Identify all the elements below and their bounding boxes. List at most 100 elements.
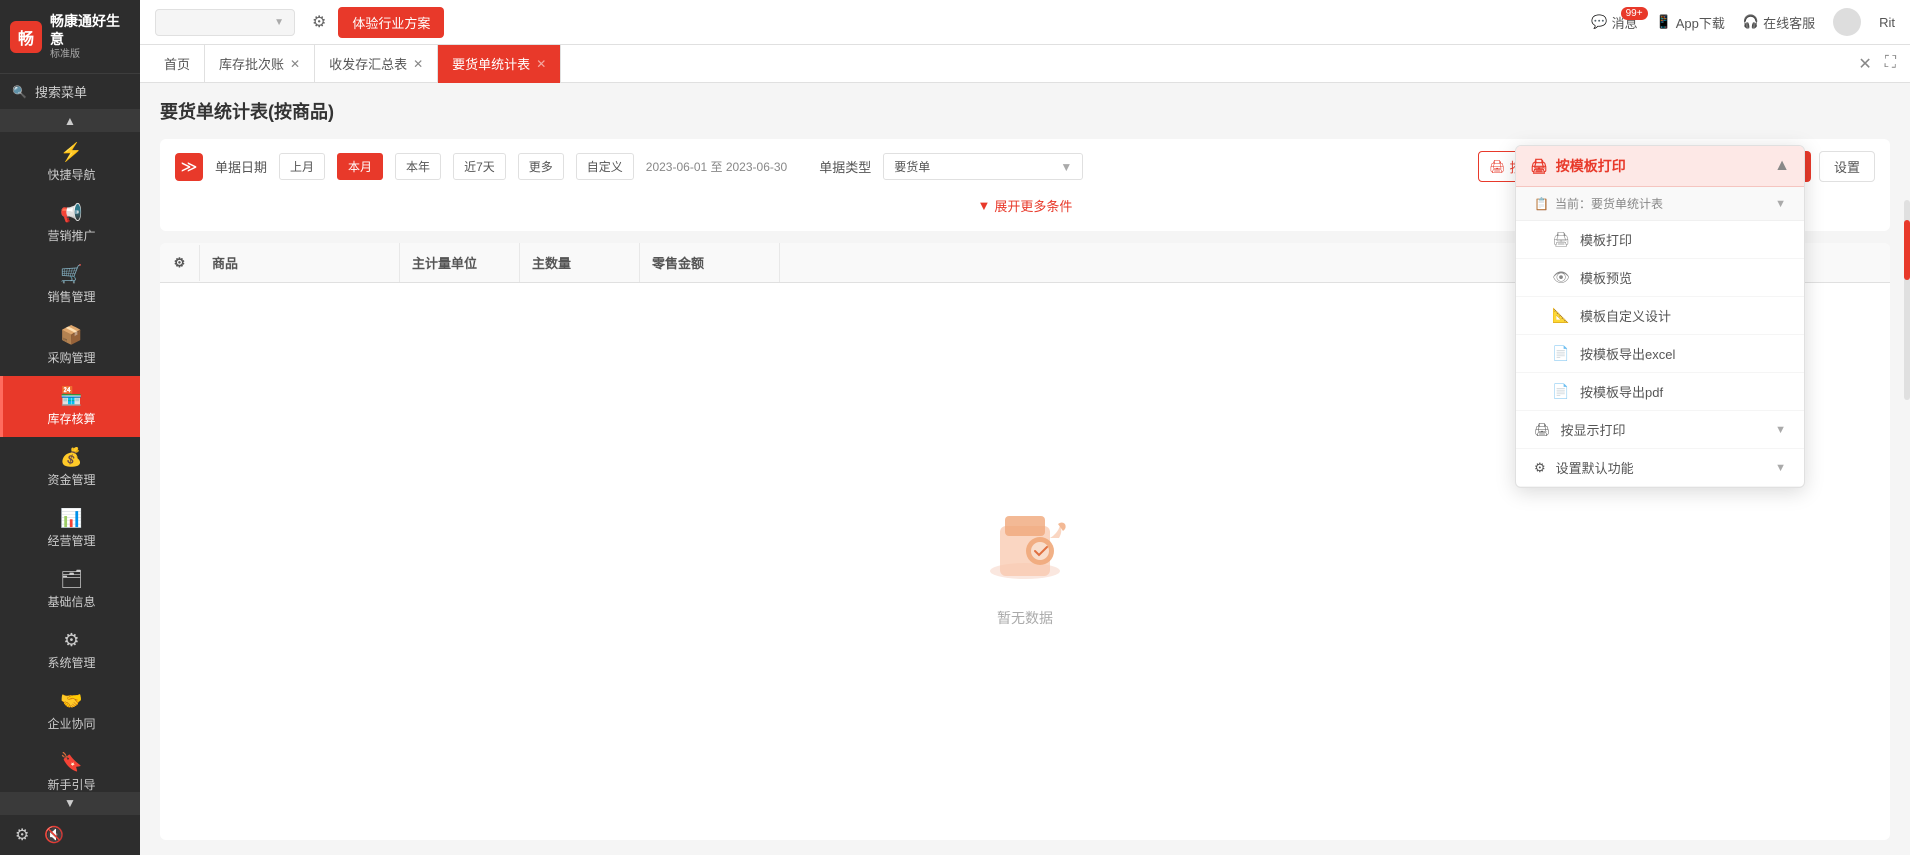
print-dropdown-close-button[interactable]: ▲ [1774,157,1790,175]
tabs-bar: 首页 库存批次账 ✕ 收发存汇总表 ✕ 要货单统计表 ✕ ✕ ⛶ [140,45,1910,83]
sales-icon: 🛒 [60,264,82,285]
sidebar-item-label: 基础信息 [47,593,95,610]
sidebar-item-finance[interactable]: 💰 资金管理 [0,437,140,498]
sidebar-item-marketing[interactable]: 📢 营销推广 [0,193,140,254]
type-select[interactable]: 要货单 ▼ [883,153,1083,180]
date-btn-7days[interactable]: 近7天 [453,153,506,180]
tab-collection-close[interactable]: ✕ [413,57,423,71]
expand-icon[interactable]: ⛶ [1881,50,1900,78]
expand-button[interactable]: ▼ 展开更多条件 [970,192,1081,219]
set-default-group[interactable]: ⚙ 设置默认功能 ▼ [1516,449,1804,487]
sidebar-item-inventory[interactable]: 🏪 库存核算 [0,376,140,437]
tab-collection-label: 收发存汇总表 [329,54,407,73]
setting-button[interactable]: 设置 [1819,151,1875,182]
mute-icon[interactable]: 🔇 [44,825,64,845]
app-download-label: App下载 [1676,13,1725,32]
system-icon: ⚙ [63,630,79,651]
tab-order-stat[interactable]: 要货单统计表 ✕ [438,45,561,83]
current-template-chevron: ▼ [1775,198,1786,210]
tab-collection[interactable]: 收发存汇总表 ✕ [315,45,438,83]
app-download-item[interactable]: 📱 App下载 [1656,13,1725,32]
topbar-search[interactable]: ▼ [155,9,295,36]
set-default-chevron: ▼ [1775,462,1786,474]
display-print-group-left: 🖨 按显示打印 [1534,420,1626,439]
template-print-item[interactable]: 🖨 模板打印 [1516,221,1804,259]
support-icon: 🎧 [1743,14,1759,30]
sidebar-item-shortcut[interactable]: ⚡ 快捷导航 [0,132,140,193]
sidebar-item-label: 销售管理 [47,288,95,305]
set-default-label: 设置默认功能 [1556,458,1634,477]
message-item[interactable]: 💬 消息 99+ [1591,13,1637,32]
display-print-chevron: ▼ [1775,424,1786,436]
expand-icon: ▼ [978,198,991,213]
th-qty: 主数量 [520,243,640,282]
sidebar-item-basic[interactable]: 🗂 基础信息 [0,559,140,620]
search-menu-label: 搜索菜单 [35,82,87,101]
right-scrollbar[interactable] [1904,200,1910,400]
sidebar: 畅 畅康通好生意 标准版 🔍 搜索菜单 ▲ ⚡ 快捷导航 📢 营销推广 🛒 销售… [0,0,140,855]
print-icon: 🖨 [1489,159,1506,175]
date-btn-custom[interactable]: 自定义 [576,153,634,180]
type-select-value: 要货单 [894,158,930,175]
date-btn-more[interactable]: 更多 [518,153,564,180]
sidebar-item-label: 营销推广 [47,227,95,244]
sidebar-item-operation[interactable]: 📊 经营管理 [0,498,140,559]
username-label: Rit [1879,15,1895,30]
close-all-icon[interactable]: ✕ [1854,50,1875,78]
tab-batch-close[interactable]: ✕ [290,57,300,71]
sidebar-scroll-down[interactable]: ▼ [0,792,140,814]
tab-batch-label: 库存批次账 [219,54,284,73]
template-design-item[interactable]: 📐 模板自定义设计 [1516,297,1804,335]
print-dropdown-title: 🖨 按模板打印 [1530,156,1626,176]
empty-text: 暂无数据 [997,608,1053,628]
filter-toggle-button[interactable]: ≫ [175,153,203,181]
date-btn-this-year[interactable]: 本年 [395,153,441,180]
marketing-icon: 📢 [60,203,82,224]
basic-icon: 🗂 [60,569,83,590]
date-btn-this-month[interactable]: 本月 [337,153,383,180]
print-dropdown-icon: 🖨 [1530,158,1548,175]
template-preview-icon: 👁 [1552,269,1570,286]
current-template-label: 📋 当前：要货单统计表 ▼ [1516,187,1804,221]
trial-button[interactable]: 体验行业方案 [338,7,444,38]
shortcut-icon: ⚡ [60,142,82,163]
message-icon: 💬 [1591,14,1607,30]
sidebar-item-purchase[interactable]: 📦 采购管理 [0,315,140,376]
th-settings[interactable]: ⚙ [160,245,200,281]
template-export-pdf-label: 按模板导出pdf [1580,382,1663,401]
settings-icon[interactable]: ⚙ [15,825,29,845]
sidebar-item-guide[interactable]: 🔖 新手引导 [0,742,140,792]
tab-home[interactable]: 首页 [150,45,205,83]
sidebar-scroll-up[interactable]: ▲ [0,110,140,132]
chevron-down-icon: ▼ [274,17,284,28]
sidebar-item-collab[interactable]: 🤝 企业协同 [0,681,140,742]
sidebar-item-label: 采购管理 [47,349,95,366]
user-avatar[interactable] [1833,8,1861,36]
date-btn-last-month[interactable]: 上月 [279,153,325,180]
select-chevron-icon: ▼ [1060,160,1072,174]
template-export-excel-item[interactable]: 📄 按模板导出excel [1516,335,1804,373]
gear-icon[interactable]: ⚙ [312,12,326,32]
current-template-icon: 📋 [1534,197,1549,211]
template-export-pdf-item[interactable]: 📄 按模板导出pdf [1516,373,1804,411]
sidebar-item-system[interactable]: ⚙ 系统管理 [0,620,140,681]
template-design-icon: 📐 [1552,307,1570,324]
template-print-label: 模板打印 [1580,230,1632,249]
purchase-icon: 📦 [60,325,82,346]
sidebar-item-label: 系统管理 [47,654,95,671]
sidebar-item-sales[interactable]: 🛒 销售管理 [0,254,140,315]
logo-icon: 畅 [10,21,42,53]
online-support-item[interactable]: 🎧 在线客服 [1743,13,1815,32]
scrollbar-thumb [1904,220,1910,280]
display-print-group[interactable]: 🖨 按显示打印 ▼ [1516,411,1804,449]
current-template-text: 当前：要货单统计表 [1555,195,1663,212]
template-export-excel-label: 按模板导出excel [1580,344,1675,363]
search-menu[interactable]: 🔍 搜索菜单 [0,74,140,110]
print-dropdown: 🖨 按模板打印 ▲ 📋 当前：要货单统计表 ▼ 🖨 模板打印 👁 模板预览 📐 … [1515,145,1805,488]
empty-icon [975,496,1075,596]
th-product: 商品 [200,243,400,282]
tab-batch[interactable]: 库存批次账 ✕ [205,45,315,83]
tab-order-stat-close[interactable]: ✕ [536,57,546,71]
template-preview-item[interactable]: 👁 模板预览 [1516,259,1804,297]
tab-order-stat-label: 要货单统计表 [452,54,530,73]
